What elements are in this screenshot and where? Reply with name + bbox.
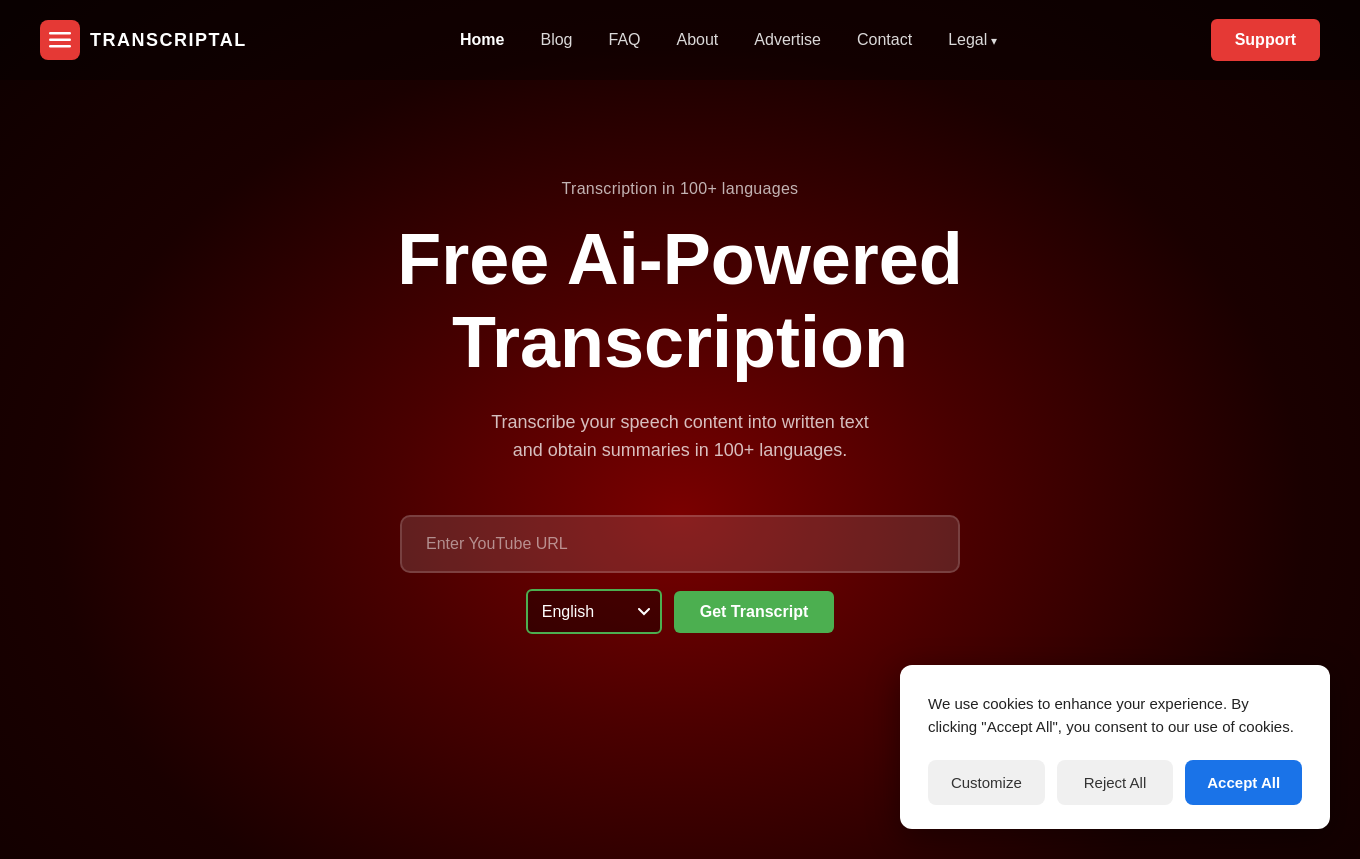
chevron-down-icon: ▾ (991, 34, 997, 48)
svg-rect-2 (49, 45, 71, 48)
logo-text: TRANSCRIPTAL (90, 30, 247, 51)
nav-item-about[interactable]: About (677, 31, 719, 49)
reject-all-button[interactable]: Reject All (1057, 760, 1174, 805)
hero-title: Free Ai-Powered Transcription (397, 218, 963, 384)
hero-desc-line1: Transcribe your speech content into writ… (491, 412, 869, 432)
nav-link-contact[interactable]: Contact (857, 31, 912, 48)
youtube-url-input[interactable] (400, 515, 960, 573)
nav-links: Home Blog FAQ About Advertise Contact Le… (460, 31, 997, 49)
nav-link-blog[interactable]: Blog (540, 31, 572, 48)
svg-rect-1 (49, 39, 71, 42)
nav-link-advertise[interactable]: Advertise (754, 31, 821, 48)
nav-link-legal: Legal (948, 31, 987, 49)
logo-icon (40, 20, 80, 60)
nav-link-about[interactable]: About (677, 31, 719, 48)
menu-icon (49, 31, 71, 49)
cookie-banner: We use cookies to enhance your experienc… (900, 665, 1330, 829)
hero-desc-line2: and obtain summaries in 100+ languages. (513, 440, 848, 460)
nav-item-blog[interactable]: Blog (540, 31, 572, 49)
hero-section: Transcription in 100+ languages Free Ai-… (0, 80, 1360, 634)
nav-item-contact[interactable]: Contact (857, 31, 912, 49)
cookie-buttons: Customize Reject All Accept All (928, 760, 1302, 805)
logo: TRANSCRIPTAL (40, 20, 247, 60)
hero-title-line2: Transcription (452, 302, 908, 382)
hero-description: Transcribe your speech content into writ… (491, 408, 869, 466)
input-section: EnglishSpanishFrenchGermanItalianPortugu… (400, 515, 960, 634)
customize-button[interactable]: Customize (928, 760, 1045, 805)
hero-subtitle: Transcription in 100+ languages (562, 180, 799, 198)
nav-item-advertise[interactable]: Advertise (754, 31, 821, 49)
hero-title-line1: Free Ai-Powered (397, 219, 963, 299)
nav-item-faq[interactable]: FAQ (608, 31, 640, 49)
nav-item-home[interactable]: Home (460, 31, 504, 49)
nav-link-home[interactable]: Home (460, 31, 504, 48)
navbar: TRANSCRIPTAL Home Blog FAQ About Adverti… (0, 0, 1360, 80)
language-select[interactable]: EnglishSpanishFrenchGermanItalianPortugu… (526, 589, 662, 634)
accept-all-button[interactable]: Accept All (1185, 760, 1302, 805)
svg-rect-0 (49, 32, 71, 35)
get-transcript-button[interactable]: Get Transcript (674, 591, 834, 633)
support-button[interactable]: Support (1211, 19, 1320, 61)
controls-row: EnglishSpanishFrenchGermanItalianPortugu… (526, 589, 834, 634)
nav-link-faq[interactable]: FAQ (608, 31, 640, 48)
cookie-message: We use cookies to enhance your experienc… (928, 693, 1302, 738)
nav-item-legal[interactable]: Legal ▾ (948, 31, 997, 49)
